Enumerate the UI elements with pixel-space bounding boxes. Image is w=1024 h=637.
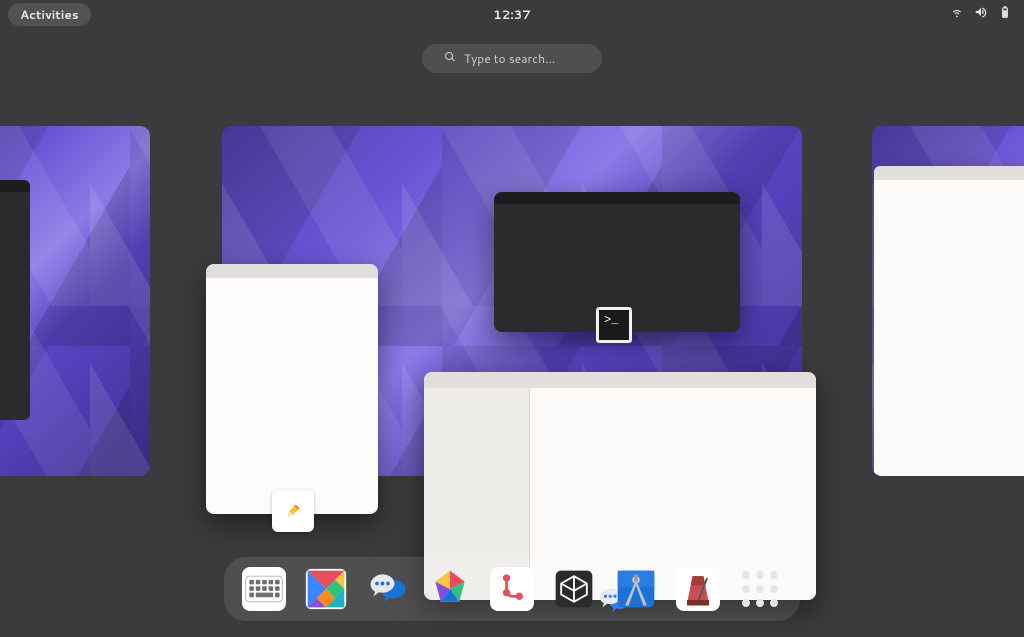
window-titlebar [206, 264, 378, 278]
workspace-left[interactable] [0, 126, 150, 476]
workspace-right[interactable] [872, 126, 1024, 476]
boxes-icon[interactable] [552, 567, 596, 611]
activities-label: Activities [20, 6, 79, 23]
window-fragment[interactable] [874, 166, 1024, 476]
search-placeholder: Type to search… [464, 50, 555, 67]
activities-button[interactable]: Activities [8, 3, 91, 26]
text-editor-icon [272, 490, 314, 532]
chat-icon[interactable] [366, 567, 410, 611]
text-editor-window[interactable] [206, 264, 378, 514]
top-bar: Activities 12:37 [0, 0, 1024, 28]
battery-icon [998, 5, 1012, 23]
search-icon [444, 50, 456, 67]
clock[interactable]: 12:37 [493, 6, 531, 23]
window-titlebar [494, 192, 740, 204]
search-bar[interactable]: Type to search… [422, 44, 602, 73]
clock-text: 12:37 [493, 6, 531, 23]
dash [224, 557, 800, 621]
volume-icon [974, 5, 988, 23]
terminal-window-fragment[interactable] [0, 180, 30, 420]
tangram-icon[interactable] [304, 567, 348, 611]
terminal-icon: >_ [596, 307, 632, 343]
terminal-prompt-glyph: >_ [604, 314, 618, 326]
status-area[interactable] [950, 5, 1016, 23]
drafting-compass-icon[interactable] [614, 567, 658, 611]
show-apps-icon[interactable] [738, 567, 782, 611]
window-titlebar [424, 372, 816, 388]
workspaces-overview: >_ [0, 96, 1024, 516]
color-picker-icon[interactable] [428, 567, 472, 611]
wifi-icon [950, 5, 964, 23]
on-screen-keyboard-icon[interactable] [242, 567, 286, 611]
metronome-icon[interactable] [676, 567, 720, 611]
gitg-icon[interactable] [490, 567, 534, 611]
